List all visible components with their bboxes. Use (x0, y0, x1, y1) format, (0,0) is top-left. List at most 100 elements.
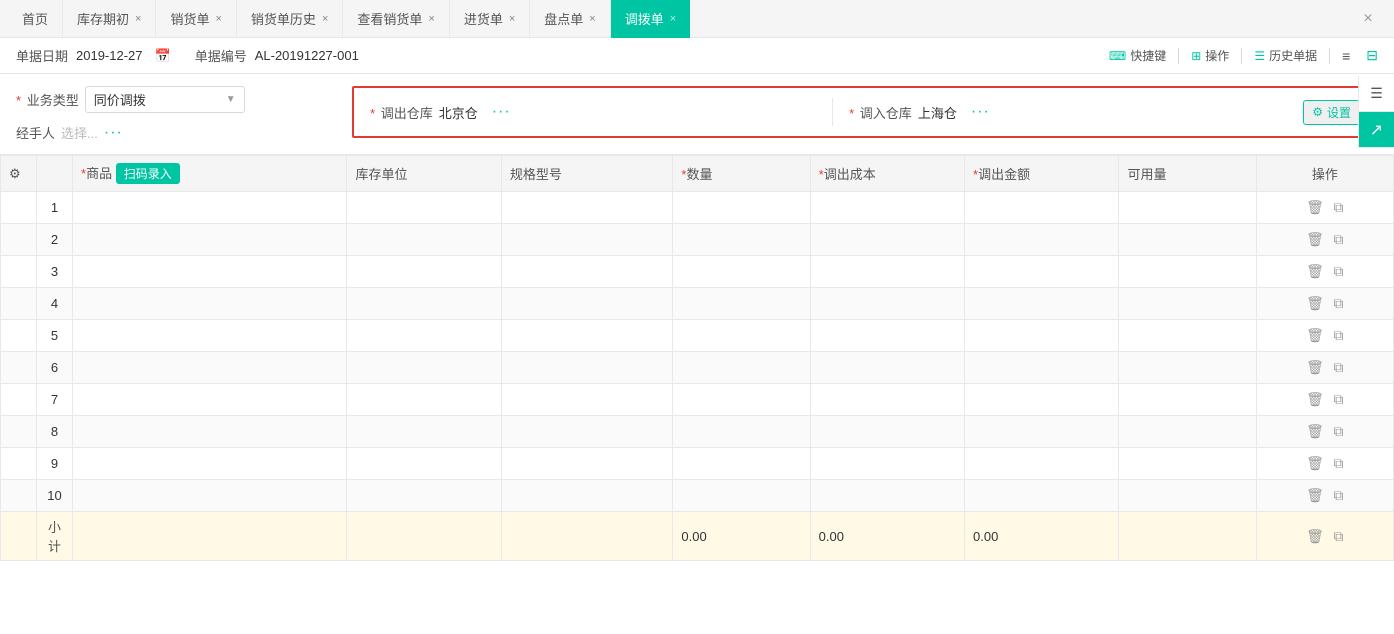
tab-inventory-check[interactable]: 盘点单 × (530, 0, 610, 38)
row-available-cell (1119, 416, 1256, 448)
tab-close-transfer-order[interactable]: × (670, 13, 676, 25)
row-cost-cell[interactable] (810, 448, 964, 480)
tab-sales-history[interactable]: 销货单历史 × (237, 0, 343, 38)
row-cost-cell[interactable] (810, 256, 964, 288)
person-more-btn[interactable]: ··· (104, 124, 123, 142)
col-settings-header[interactable]: ⚙ (1, 156, 37, 192)
settings-button[interactable]: ⚙ 设置 (1303, 100, 1360, 125)
row-copy-icon[interactable]: ⧉ (1331, 423, 1347, 439)
subtotal-delete-icon[interactable]: 🗑 (1303, 528, 1327, 544)
row-qty-cell[interactable] (673, 384, 810, 416)
row-copy-icon[interactable]: ⧉ (1331, 199, 1347, 215)
tab-close-purchase-order[interactable]: × (509, 13, 515, 25)
row-qty-cell[interactable] (673, 224, 810, 256)
row-amount-cell[interactable] (965, 224, 1119, 256)
row-delete-icon[interactable]: 🗑 (1303, 263, 1327, 279)
row-qty-cell[interactable] (673, 416, 810, 448)
row-product-cell[interactable] (73, 256, 347, 288)
biz-type-select[interactable]: 同价调拨 ▼ (85, 86, 245, 113)
row-product-cell[interactable] (73, 480, 347, 512)
person-field: 经手人 选择... ··· (16, 123, 336, 142)
shortcut-btn[interactable]: ⌨ 快捷键 (1109, 47, 1166, 64)
tab-view-sales[interactable]: 查看销货单 × (343, 0, 449, 38)
row-delete-icon[interactable]: 🗑 (1303, 455, 1327, 471)
tab-close-sales-history[interactable]: × (322, 13, 328, 25)
row-amount-cell[interactable] (965, 384, 1119, 416)
row-cost-cell[interactable] (810, 288, 964, 320)
row-copy-icon[interactable]: ⧉ (1331, 487, 1347, 503)
tab-close-view-sales[interactable]: × (428, 13, 434, 25)
history-btn[interactable]: ☰ 历史单据 (1254, 47, 1317, 64)
tab-inventory-init[interactable]: 库存期初 × (63, 0, 156, 38)
row-amount-cell[interactable] (965, 256, 1119, 288)
row-delete-icon[interactable]: 🗑 (1303, 327, 1327, 343)
subtotal-copy-icon[interactable]: ⧉ (1331, 528, 1347, 544)
row-product-cell[interactable] (73, 224, 347, 256)
window-close-button[interactable]: × (1350, 0, 1386, 38)
in-warehouse-more-btn[interactable]: ··· (971, 103, 990, 121)
row-copy-icon[interactable]: ⧉ (1331, 231, 1347, 247)
row-delete-icon[interactable]: 🗑 (1303, 295, 1327, 311)
row-copy-icon[interactable]: ⧉ (1331, 359, 1347, 375)
tab-transfer-order[interactable]: 调拨单 × (611, 0, 690, 38)
right-panel-list-btn[interactable]: ☰ (1359, 76, 1394, 112)
operation-btn[interactable]: ⊞ 操作 (1191, 47, 1229, 64)
tab-purchase-order[interactable]: 进货单 × (450, 0, 530, 38)
col-amount-header: *调出金额 (965, 156, 1119, 192)
row-product-cell[interactable] (73, 384, 347, 416)
row-copy-icon[interactable]: ⧉ (1331, 263, 1347, 279)
table-row: 3 🗑 ⧉ (1, 256, 1394, 288)
tab-close-inventory-check[interactable]: × (589, 13, 595, 25)
row-copy-icon[interactable]: ⧉ (1331, 327, 1347, 343)
row-amount-cell[interactable] (965, 352, 1119, 384)
row-amount-cell[interactable] (965, 480, 1119, 512)
tab-sales-order[interactable]: 销货单 × (156, 0, 236, 38)
row-delete-icon[interactable]: 🗑 (1303, 359, 1327, 375)
row-qty-cell[interactable] (673, 288, 810, 320)
row-cost-cell[interactable] (810, 384, 964, 416)
row-cost-cell[interactable] (810, 224, 964, 256)
row-copy-icon[interactable]: ⧉ (1331, 391, 1347, 407)
row-product-cell[interactable] (73, 192, 347, 224)
row-amount-cell[interactable] (965, 192, 1119, 224)
row-qty-cell[interactable] (673, 480, 810, 512)
row-cost-cell[interactable] (810, 416, 964, 448)
row-qty-cell[interactable] (673, 352, 810, 384)
right-panel-export-btn[interactable]: ↗ (1359, 112, 1394, 148)
row-cost-cell[interactable] (810, 480, 964, 512)
row-delete-icon[interactable]: 🗑 (1303, 487, 1327, 503)
out-warehouse-more-btn[interactable]: ··· (492, 103, 511, 121)
row-delete-icon[interactable]: 🗑 (1303, 391, 1327, 407)
calendar-icon[interactable]: 📅 (155, 48, 171, 64)
row-cost-cell[interactable] (810, 192, 964, 224)
row-product-cell[interactable] (73, 320, 347, 352)
row-product-cell[interactable] (73, 288, 347, 320)
row-qty-cell[interactable] (673, 256, 810, 288)
row-cost-cell[interactable] (810, 352, 964, 384)
tab-close-sales-order[interactable]: × (215, 13, 221, 25)
row-amount-cell[interactable] (965, 320, 1119, 352)
tab-bar: 首页 库存期初 × 销货单 × 销货单历史 × 查看销货单 × 进货单 × 盘点… (0, 0, 1394, 38)
row-amount-cell[interactable] (965, 448, 1119, 480)
row-delete-icon[interactable]: 🗑 (1303, 231, 1327, 247)
row-delete-icon[interactable]: 🗑 (1303, 199, 1327, 215)
row-qty-cell[interactable] (673, 320, 810, 352)
tab-close-inventory-init[interactable]: × (135, 13, 141, 25)
row-cost-cell[interactable] (810, 320, 964, 352)
layout-grid-btn[interactable]: ⊟ (1366, 47, 1378, 64)
row-copy-icon[interactable]: ⧉ (1331, 455, 1347, 471)
row-product-cell[interactable] (73, 352, 347, 384)
row-copy-icon[interactable]: ⧉ (1331, 295, 1347, 311)
scan-input-btn[interactable]: 扫码录入 (116, 163, 180, 184)
person-placeholder[interactable]: 选择... (61, 123, 98, 142)
tab-home[interactable]: 首页 (8, 0, 63, 38)
row-amount-cell[interactable] (965, 416, 1119, 448)
row-unit-cell (347, 384, 501, 416)
row-qty-cell[interactable] (673, 192, 810, 224)
row-product-cell[interactable] (73, 416, 347, 448)
row-delete-icon[interactable]: 🗑 (1303, 423, 1327, 439)
layout-list-btn[interactable]: ≡ (1342, 48, 1350, 64)
row-amount-cell[interactable] (965, 288, 1119, 320)
row-product-cell[interactable] (73, 448, 347, 480)
row-qty-cell[interactable] (673, 448, 810, 480)
